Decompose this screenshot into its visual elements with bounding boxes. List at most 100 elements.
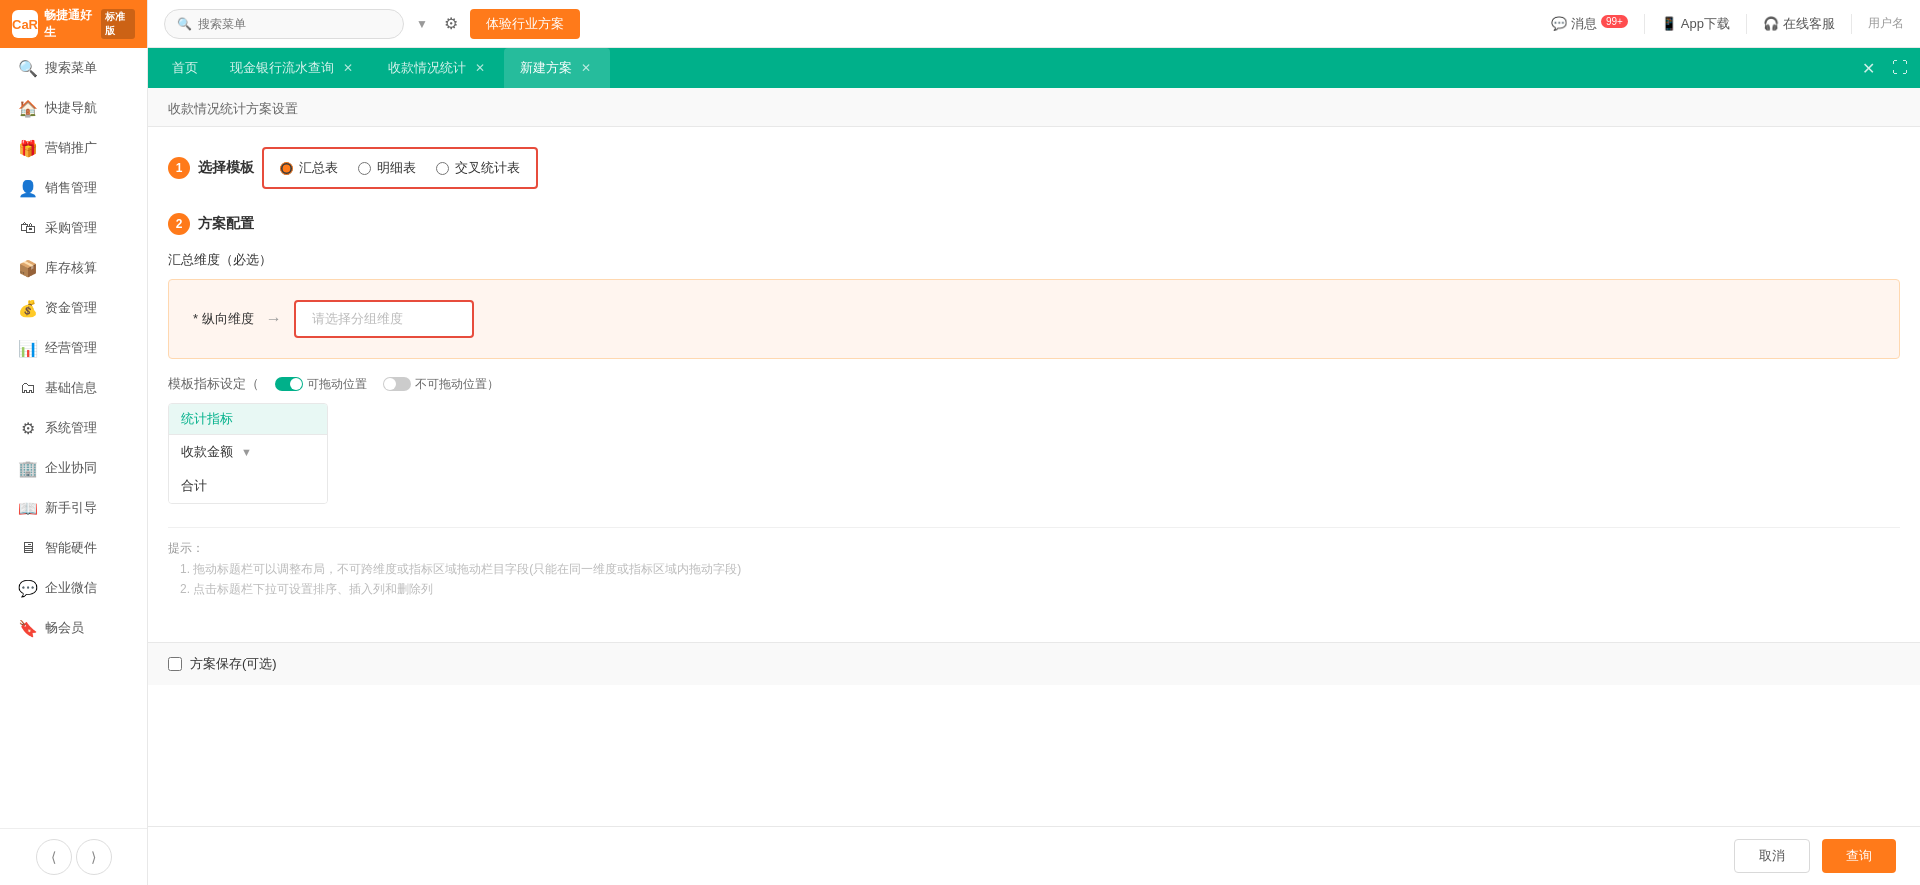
chat-icon: 💬 xyxy=(19,579,37,597)
dimension-area: * 纵向维度 → 请选择分组维度 xyxy=(168,279,1900,359)
tab-new-plan[interactable]: 新建方案 ✕ xyxy=(504,48,610,88)
tab-new-plan-close[interactable]: ✕ xyxy=(578,60,594,76)
template-selection: 汇总表 明细表 交叉统计表 xyxy=(262,147,538,189)
tab-receipt-stats[interactable]: 收款情况统计 ✕ xyxy=(372,48,504,88)
dimension-subsection: 汇总维度（必选） * 纵向维度 → 请选择分组维度 xyxy=(168,251,1900,359)
query-button[interactable]: 查询 xyxy=(1822,839,1896,873)
headset-icon: 🎧 xyxy=(1763,16,1779,31)
page-wrapper: 收款情况统计方案设置 1 选择模板 汇总表 xyxy=(148,88,1920,826)
bottom-action-bar: 取消 查询 xyxy=(148,826,1920,885)
sidebar-item-quick-nav[interactable]: 🏠 快捷导航 xyxy=(0,88,147,128)
tab-new-plan-label: 新建方案 xyxy=(520,59,572,77)
sidebar: CaR 畅捷通好生 标准版 🔍 搜索菜单 🏠 快捷导航 🎁 营销推广 👤 销售管… xyxy=(0,0,148,885)
search-input[interactable] xyxy=(198,17,391,31)
radio-cross[interactable]: 交叉统计表 xyxy=(436,159,520,177)
search-icon: 🔍 xyxy=(19,59,37,77)
sidebar-item-basic[interactable]: 🗂 基础信息 xyxy=(0,368,147,408)
app-download-item[interactable]: 📱 App下载 xyxy=(1661,15,1730,33)
home-icon: 🏠 xyxy=(19,99,37,117)
sidebar-expand-btn[interactable]: ⟨ xyxy=(36,839,72,875)
top-bar-right: 💬 消息 99+ 📱 App下载 🎧 在线客服 用户名 xyxy=(1551,14,1904,34)
online-service-label: 在线客服 xyxy=(1783,15,1835,33)
search-icon: 🔍 xyxy=(177,17,192,31)
sidebar-item-purchase[interactable]: 🛍 采购管理 xyxy=(0,208,147,248)
radio-cross-input[interactable] xyxy=(436,162,449,175)
box-icon: 📦 xyxy=(19,259,37,277)
radio-cross-label: 交叉统计表 xyxy=(455,159,520,177)
sidebar-item-marketing[interactable]: 🎁 营销推广 xyxy=(0,128,147,168)
step2-title: 方案配置 xyxy=(198,215,254,233)
logo-icon: CaR xyxy=(12,10,38,38)
dropdown-arrow-icon[interactable]: ▼ xyxy=(241,446,252,458)
tab-receipt-stats-label: 收款情况统计 xyxy=(388,59,466,77)
draggable-badge: 可拖动位置 xyxy=(275,376,367,393)
page-content: 1 选择模板 汇总表 明细表 xyxy=(148,127,1920,642)
sidebar-item-guide[interactable]: 📖 新手引导 xyxy=(0,488,147,528)
tab-bank-flow[interactable]: 现金银行流水查询 ✕ xyxy=(214,48,372,88)
sidebar-item-label: 智能硬件 xyxy=(45,539,97,557)
gift-icon: 🎁 xyxy=(19,139,37,157)
drag-toggle-off xyxy=(383,377,411,391)
breadcrumb: 收款情况统计方案设置 xyxy=(168,101,298,116)
tab-maximize-btn[interactable]: ⛶ xyxy=(1888,56,1912,80)
download-icon: 📱 xyxy=(1661,16,1677,31)
sidebar-item-member[interactable]: 🔖 畅会员 xyxy=(0,608,147,648)
main-area: 🔍 ▼ ⚙ 体验行业方案 💬 消息 99+ 📱 App下载 🎧 在线客服 用户名 xyxy=(148,0,1920,885)
step1-section: 1 选择模板 汇总表 明细表 xyxy=(168,147,1900,189)
non-draggable-badge: 不可拖动位置） xyxy=(383,376,499,393)
step2-section: 2 方案配置 汇总维度（必选） * 纵向维度 → 请选择分组维度 xyxy=(168,213,1900,598)
top-bar: 🔍 ▼ ⚙ 体验行业方案 💬 消息 99+ 📱 App下载 🎧 在线客服 用户名 xyxy=(148,0,1920,48)
step2-badge: 2 xyxy=(168,213,190,235)
tab-home[interactable]: 首页 xyxy=(156,48,214,88)
save-label: 方案保存(可选) xyxy=(190,655,277,673)
cancel-button[interactable]: 取消 xyxy=(1734,839,1810,873)
sidebar-collapse-btn[interactable]: ⟩ xyxy=(76,839,112,875)
sidebar-item-finance[interactable]: 💰 资金管理 xyxy=(0,288,147,328)
online-service-item[interactable]: 🎧 在线客服 xyxy=(1763,15,1835,33)
user-name: 用户名 xyxy=(1868,15,1904,32)
tab-close-btn[interactable]: ✕ xyxy=(1856,56,1880,80)
app-download-label: App下载 xyxy=(1681,15,1730,33)
search-box[interactable]: 🔍 xyxy=(164,9,404,39)
sidebar-item-label: 畅会员 xyxy=(45,619,84,637)
sidebar-item-operations[interactable]: 📊 经营管理 xyxy=(0,328,147,368)
dimension-arrow-icon: → xyxy=(266,310,282,328)
sidebar-item-label: 系统管理 xyxy=(45,419,97,437)
radio-summary-input[interactable] xyxy=(280,162,293,175)
money-icon: 💰 xyxy=(19,299,37,317)
radio-summary[interactable]: 汇总表 xyxy=(280,159,338,177)
tab-receipt-stats-close[interactable]: ✕ xyxy=(472,60,488,76)
sidebar-item-weixin[interactable]: 💬 企业微信 xyxy=(0,568,147,608)
sidebar-item-system[interactable]: ⚙ 系统管理 xyxy=(0,408,147,448)
divider2 xyxy=(1746,14,1747,34)
save-checkbox[interactable] xyxy=(168,657,182,671)
indicator-row2-label: 合计 xyxy=(181,477,207,495)
divider xyxy=(1644,14,1645,34)
tab-bar: 首页 现金银行流水查询 ✕ 收款情况统计 ✕ 新建方案 ✕ ✕ ⛶ xyxy=(148,48,1920,88)
tab-bank-flow-close[interactable]: ✕ xyxy=(340,60,356,76)
tip-item-1: 1. 拖动标题栏可以调整布局，不可跨维度或指标区域拖动栏目字段(只能在同一维度或… xyxy=(168,561,1900,578)
step1-badge: 1 xyxy=(168,157,190,179)
sidebar-item-inventory[interactable]: 📦 库存核算 xyxy=(0,248,147,288)
dimension-input[interactable]: 请选择分组维度 xyxy=(294,300,474,338)
indicator-row-1[interactable]: 收款金额 ▼ xyxy=(169,435,327,469)
page-footer: 方案保存(可选) xyxy=(148,642,1920,685)
indicator-row-2: 合计 xyxy=(169,469,327,503)
gear-icon[interactable]: ⚙ xyxy=(444,14,458,33)
industry-btn[interactable]: 体验行业方案 xyxy=(470,9,580,39)
search-arrow-icon[interactable]: ▼ xyxy=(416,17,428,31)
indicator-table-header: 统计指标 xyxy=(169,404,327,435)
sidebar-item-sales[interactable]: 👤 销售管理 xyxy=(0,168,147,208)
monitor-icon: 🖥 xyxy=(19,539,37,557)
sidebar-item-enterprise[interactable]: 🏢 企业协同 xyxy=(0,448,147,488)
tip-item-2: 2. 点击标题栏下拉可设置排序、插入列和删除列 xyxy=(168,581,1900,598)
sidebar-item-search[interactable]: 🔍 搜索菜单 xyxy=(0,48,147,88)
tab-bar-actions: ✕ ⛶ xyxy=(1856,56,1912,80)
radio-detail-input[interactable] xyxy=(358,162,371,175)
step1-header: 1 选择模板 汇总表 明细表 xyxy=(168,147,1900,189)
app-logo: CaR 畅捷通好生 标准版 xyxy=(0,0,147,48)
bookmark-icon: 🔖 xyxy=(19,619,37,637)
message-item[interactable]: 💬 消息 99+ xyxy=(1551,15,1628,33)
sidebar-item-hardware[interactable]: 🖥 智能硬件 xyxy=(0,528,147,568)
radio-detail[interactable]: 明细表 xyxy=(358,159,416,177)
